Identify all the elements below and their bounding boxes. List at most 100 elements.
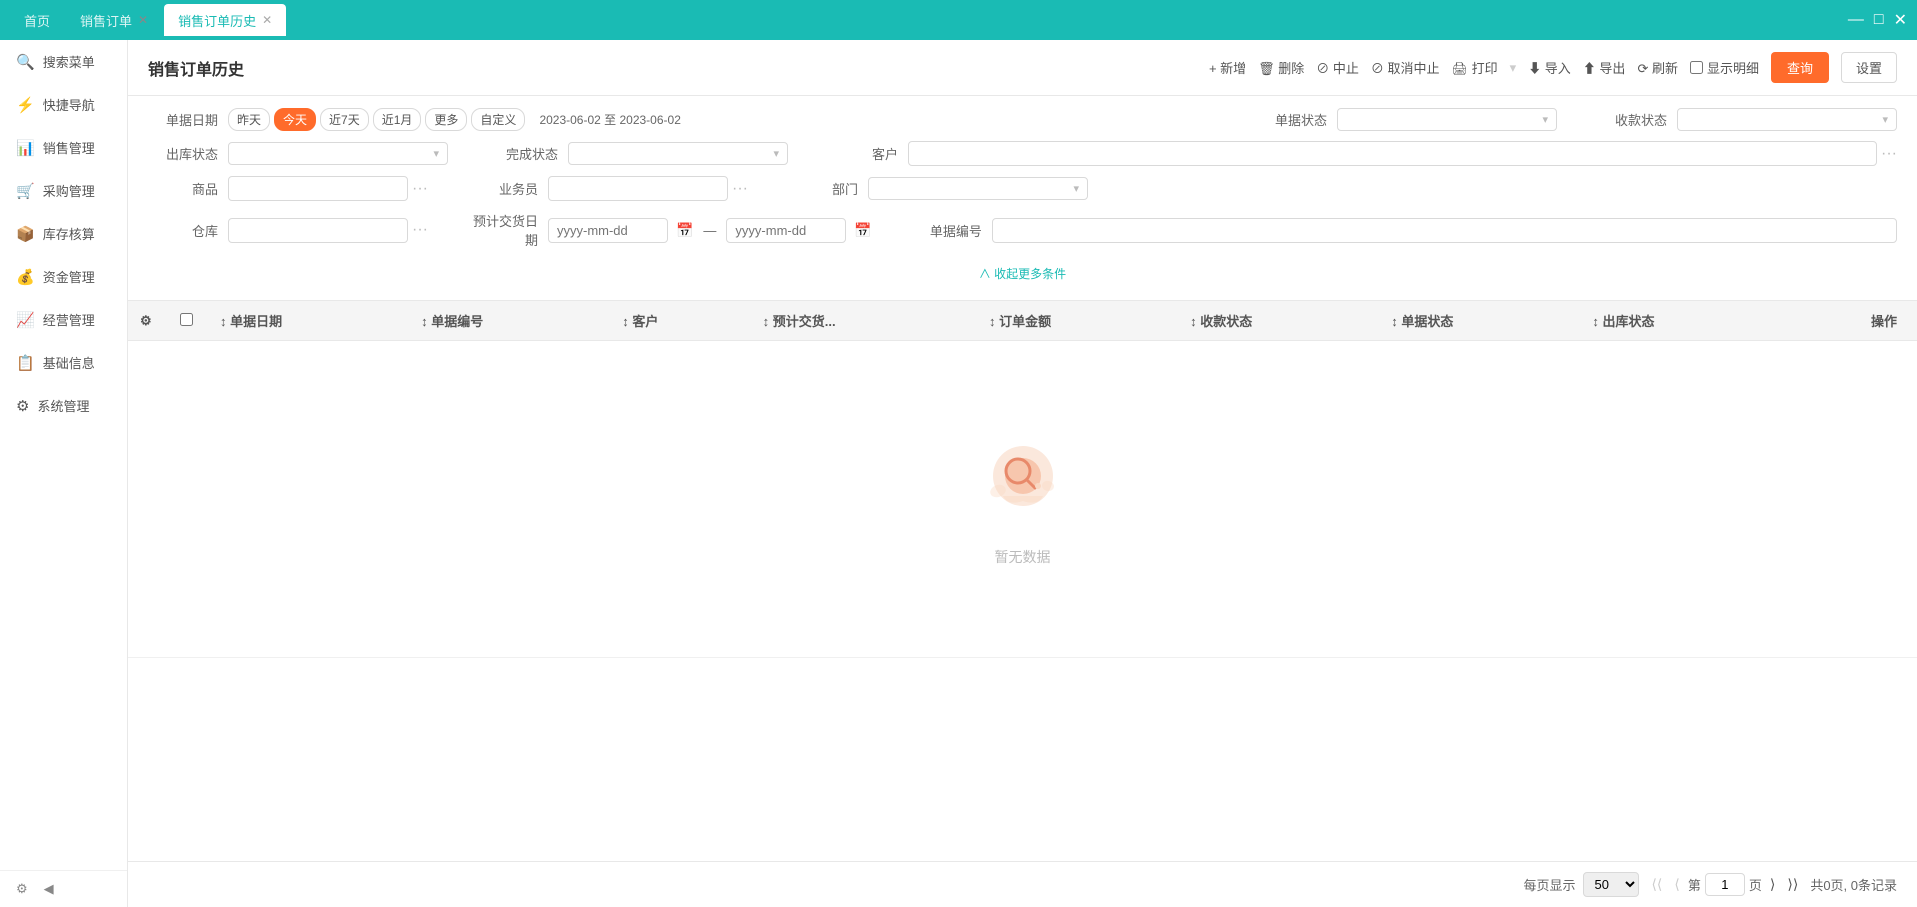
complete-arrow: ▾	[773, 147, 779, 160]
import-button[interactable]: ⬇ 导入	[1528, 58, 1571, 77]
complete-select[interactable]: ▾	[568, 142, 788, 165]
empty-row: 暂无数据	[128, 341, 1917, 658]
delivery-date-separator: —	[697, 223, 722, 238]
th-warehouse-status-label: ↕ 出库状态	[1592, 314, 1654, 329]
minimize-button[interactable]: —	[1848, 11, 1864, 29]
collapse-row[interactable]: ∧ 收起更多条件	[148, 259, 1897, 288]
sidebar-item-operations[interactable]: 📈 经营管理	[0, 298, 127, 341]
page-size-label: 每页显示	[1523, 875, 1575, 894]
warehouse-out-select[interactable]: ▾	[228, 142, 448, 165]
sidebar-item-finance[interactable]: 💰 资金管理	[0, 255, 127, 298]
delivery-to-input[interactable]	[726, 218, 846, 243]
query-button[interactable]: 查询	[1771, 52, 1829, 83]
status-label: 单据状态	[1257, 110, 1337, 129]
th-doc-status: ↕ 单据状态	[1379, 301, 1580, 341]
date-btn-7days[interactable]: 近7天	[320, 108, 369, 131]
prev-page-button[interactable]: ⟨	[1670, 874, 1683, 895]
empty-text: 暂无数据	[995, 547, 1051, 567]
export-button[interactable]: ⬆ 导出	[1583, 58, 1626, 77]
show-detail-label: 显示明细	[1707, 58, 1759, 77]
select-all-checkbox[interactable]	[180, 313, 193, 326]
stop-button[interactable]: ⊘ 中止	[1316, 58, 1359, 77]
date-btn-1month[interactable]: 近1月	[373, 108, 422, 131]
sidebar-item-system[interactable]: ⚙ 系统管理	[0, 384, 127, 427]
payment-select[interactable]: ▾	[1677, 108, 1897, 131]
date-btn-more[interactable]: 更多	[425, 108, 467, 131]
sales-input[interactable]	[548, 176, 728, 201]
settings-button[interactable]: 设置	[1841, 52, 1897, 83]
delete-button[interactable]: 🗑 删除	[1258, 58, 1304, 77]
sidebar-item-finance-label: 资金管理	[43, 267, 95, 286]
status-select[interactable]: ▾	[1337, 108, 1557, 131]
complete-label: 完成状态	[488, 144, 568, 163]
sidebar-item-inventory[interactable]: 📦 库存核算	[0, 212, 127, 255]
tab-sales-order[interactable]: 销售订单 ✕	[66, 4, 162, 36]
delivery-to-calendar-icon[interactable]: 📅	[854, 222, 871, 239]
warehouse-input[interactable]	[228, 218, 408, 243]
new-button[interactable]: + 新增	[1209, 58, 1246, 77]
sales-dots[interactable]: ···	[732, 180, 748, 198]
tab-home[interactable]: 首页	[10, 4, 64, 36]
page-header: 销售订单历史 + 新增 🗑 删除 ⊘ 中止 ⊘ 取消中止 🖨 打印 ▾ ⬇ 导入…	[128, 40, 1917, 96]
sidebar-item-basic-info[interactable]: 📋 基础信息	[0, 341, 127, 384]
sidebar-settings-icon[interactable]: ⚙	[16, 881, 28, 897]
sidebar-item-purchase[interactable]: 🛒 采购管理	[0, 169, 127, 212]
customer-input[interactable]	[908, 141, 1877, 166]
dept-select[interactable]: ▾	[868, 177, 1088, 200]
warehouse-dots[interactable]: ···	[412, 221, 428, 239]
maximize-button[interactable]: □	[1874, 11, 1884, 29]
close-button[interactable]: ✕	[1894, 10, 1907, 30]
sidebar-collapse-icon[interactable]: ◀	[44, 881, 54, 897]
sidebar-item-sales[interactable]: 📊 销售管理	[0, 126, 127, 169]
main-layout: 🔍 搜索菜单 ⚡ 快捷导航 📊 销售管理 🛒 采购管理 📦 库存核算 💰 资金管…	[0, 40, 1917, 907]
th-warehouse-status: ↕ 出库状态	[1580, 301, 1781, 341]
first-page-button[interactable]: ⟨⟨	[1647, 874, 1666, 895]
th-delivery-label: ↕ 预计交货...	[763, 314, 836, 329]
delivery-from-input[interactable]	[548, 218, 668, 243]
settings-icon[interactable]: ⚙	[140, 313, 152, 328]
sidebar-item-inventory-label: 库存核算	[43, 224, 95, 243]
show-detail-checkbox[interactable]: 显示明细	[1690, 58, 1759, 77]
sidebar-item-operations-label: 经营管理	[43, 310, 95, 329]
tab-home-label: 首页	[24, 11, 50, 30]
inventory-icon: 📦	[16, 225, 35, 243]
customer-dots[interactable]: ···	[1881, 145, 1897, 163]
th-payment-status-label: ↕ 收款状态	[1190, 314, 1252, 329]
th-payment-status: ↕ 收款状态	[1178, 301, 1379, 341]
goods-dots[interactable]: ···	[412, 180, 428, 198]
tab-sales-order-close[interactable]: ✕	[138, 13, 148, 27]
empty-cell: 暂无数据	[128, 341, 1917, 658]
sidebar-item-search[interactable]: 🔍 搜索菜单	[0, 40, 127, 83]
delivery-from-calendar-icon[interactable]: 📅	[676, 222, 693, 239]
tab-sales-history-label: 销售订单历史	[178, 11, 256, 30]
page-input[interactable]	[1705, 873, 1745, 896]
tab-sales-history-close[interactable]: ✕	[262, 13, 272, 27]
dept-label: 部门	[788, 179, 868, 198]
expected-delivery-label: 预计交货日期	[468, 211, 548, 249]
date-btn-custom[interactable]: 自定义	[471, 108, 525, 131]
next-page-button[interactable]: ⟩	[1766, 874, 1779, 895]
date-btn-today[interactable]: 今天	[274, 108, 316, 131]
goods-input[interactable]	[228, 176, 408, 201]
date-btn-yesterday[interactable]: 昨天	[228, 108, 270, 131]
th-doc-no: ↕ 单据编号	[409, 301, 610, 341]
tab-sales-history[interactable]: 销售订单历史 ✕	[164, 4, 286, 36]
table-area: ⚙ ↕ 单据日期 ↕ 单据编号 ↕ 客户	[128, 301, 1917, 861]
date-filter-control: 昨天 今天 近7天 近1月 更多 自定义 2023-06-02 至 2023-0…	[228, 108, 1217, 131]
table-body: 暂无数据	[128, 341, 1917, 658]
sidebar-item-quicknav[interactable]: ⚡ 快捷导航	[0, 83, 127, 126]
page-nav: ⟨⟨ ⟨ 第 页 ⟩ ⟩⟩	[1647, 873, 1802, 896]
refresh-button[interactable]: ⟳ 刷新	[1637, 58, 1678, 77]
cancel-stop-button[interactable]: ⊘ 取消中止	[1371, 58, 1440, 77]
last-page-button[interactable]: ⟩⟩	[1783, 874, 1802, 895]
page-label-before: 第	[1688, 875, 1701, 894]
th-date-label: ↕ 单据日期	[220, 314, 282, 329]
print-button[interactable]: 🖨 打印	[1452, 58, 1498, 77]
doc-no-input[interactable]	[992, 218, 1897, 243]
page-size-select[interactable]: 50 10 20 100	[1583, 872, 1639, 897]
empty-state: 暂无数据	[140, 351, 1905, 647]
sidebar-bottom: ⚙ ◀	[0, 870, 127, 907]
show-detail-input[interactable]	[1690, 61, 1703, 74]
filter-row-4: 仓库 ··· 预计交货日期 📅 — 📅 单据编号	[148, 211, 1897, 249]
sales-icon: 📊	[16, 139, 35, 157]
